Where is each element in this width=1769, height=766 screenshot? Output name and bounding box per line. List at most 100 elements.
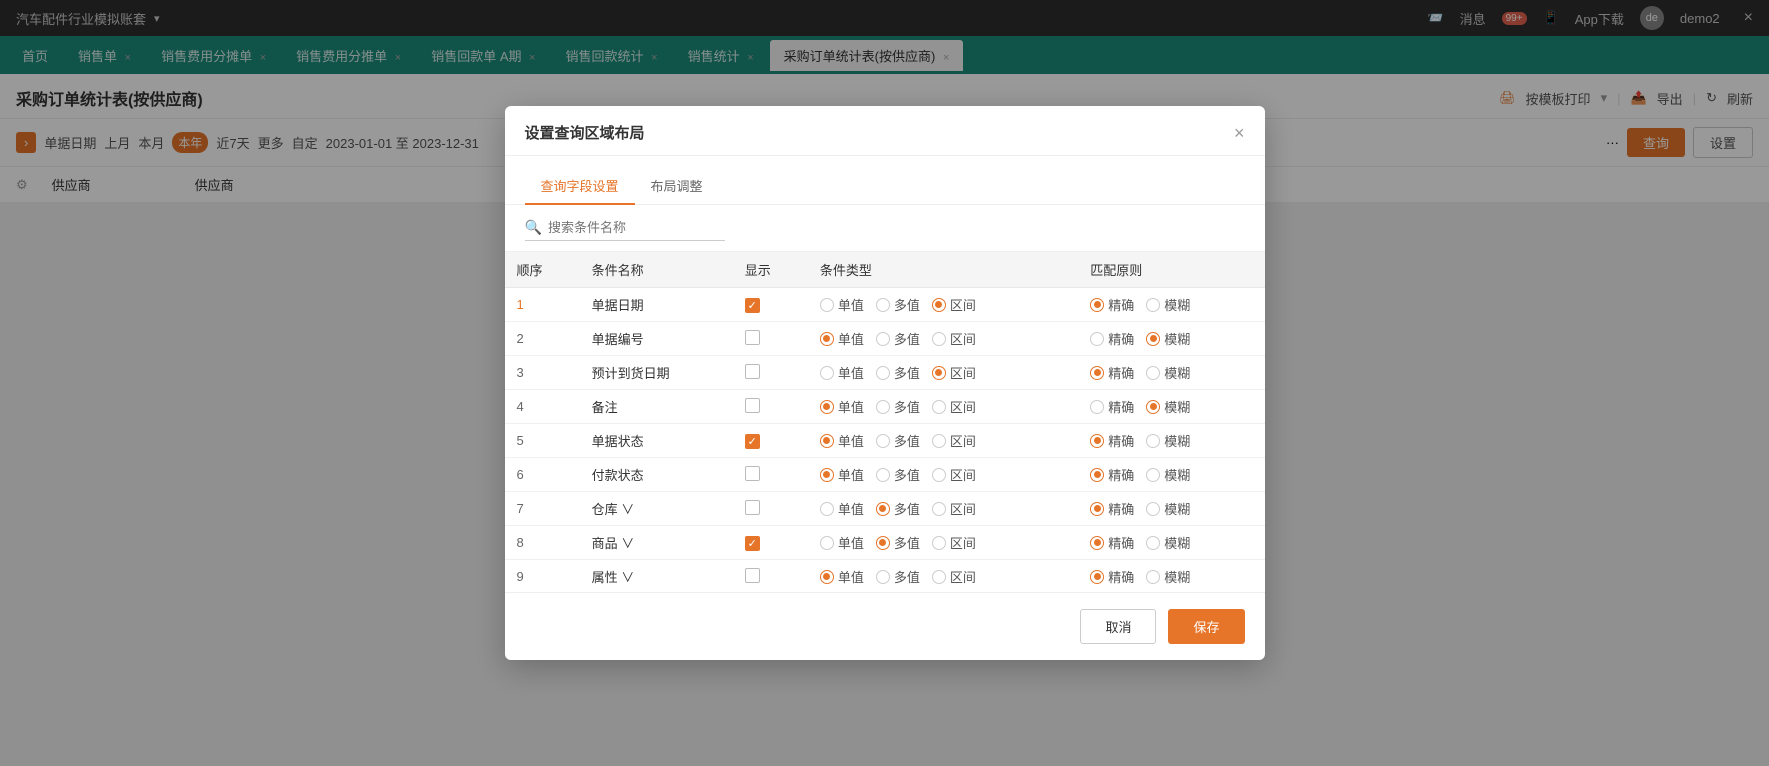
row-order: 8 xyxy=(505,526,580,560)
radio-type-type_multi[interactable]: 多值 xyxy=(876,567,920,586)
radio-type-type_multi[interactable]: 多值 xyxy=(876,533,920,552)
radio-type-type_range[interactable]: 区间 xyxy=(932,397,976,416)
display-checkbox[interactable] xyxy=(745,364,760,379)
radio-label: 精确 xyxy=(1108,295,1134,314)
row-display-cell[interactable] xyxy=(733,322,808,356)
radio-type-type_single[interactable]: 单值 xyxy=(820,567,864,586)
radio-type-type_range[interactable]: 区间 xyxy=(932,329,976,348)
radio-label: 精确 xyxy=(1108,465,1134,484)
radio-type-type_multi[interactable]: 多值 xyxy=(876,499,920,518)
radio-label: 区间 xyxy=(950,431,976,450)
radio-circle-icon xyxy=(820,400,834,414)
radio-match-match_exact[interactable]: 精确 xyxy=(1090,329,1134,348)
row-display-cell[interactable] xyxy=(733,560,808,593)
tab-layout-adjust[interactable]: 布局调整 xyxy=(635,168,719,205)
radio-match-match_fuzzy[interactable]: 模糊 xyxy=(1146,465,1190,484)
radio-type-type_multi[interactable]: 多值 xyxy=(876,363,920,382)
radio-type-type_single[interactable]: 单值 xyxy=(820,431,864,450)
row-display-cell[interactable] xyxy=(733,390,808,424)
radio-circle-icon xyxy=(876,570,890,584)
row-display-cell[interactable] xyxy=(733,492,808,526)
radio-match-match_fuzzy[interactable]: 模糊 xyxy=(1146,363,1190,382)
radio-type-type_single[interactable]: 单值 xyxy=(820,363,864,382)
radio-type-type_range[interactable]: 区间 xyxy=(932,363,976,382)
display-checkbox[interactable] xyxy=(745,298,760,313)
radio-type-type_range[interactable]: 区间 xyxy=(932,567,976,586)
row-match-cell: 精确 模糊 xyxy=(1078,288,1264,322)
radio-type-type_multi[interactable]: 多值 xyxy=(876,329,920,348)
radio-match-match_fuzzy[interactable]: 模糊 xyxy=(1146,295,1190,314)
display-checkbox[interactable] xyxy=(745,500,760,515)
row-display-cell[interactable] xyxy=(733,424,808,458)
radio-type-type_single[interactable]: 单值 xyxy=(820,329,864,348)
row-condition-name: 单据状态 xyxy=(580,424,733,458)
radio-label: 精确 xyxy=(1108,567,1134,586)
radio-label: 模糊 xyxy=(1164,295,1190,314)
radio-circle-icon xyxy=(932,400,946,414)
radio-circle-icon xyxy=(1090,468,1104,482)
display-checkbox[interactable] xyxy=(745,434,760,449)
row-type-cell: 单值多值区间 xyxy=(808,526,1078,560)
radio-match-match_fuzzy[interactable]: 模糊 xyxy=(1146,567,1190,586)
row-display-cell[interactable] xyxy=(733,458,808,492)
radio-label: 区间 xyxy=(950,363,976,382)
cancel-button[interactable]: 取消 xyxy=(1080,609,1156,644)
radio-type-type_multi[interactable]: 多值 xyxy=(876,295,920,314)
radio-type-type_single[interactable]: 单值 xyxy=(820,295,864,314)
radio-match-match_exact[interactable]: 精确 xyxy=(1090,431,1134,450)
radio-label: 精确 xyxy=(1108,499,1134,518)
radio-circle-icon xyxy=(1146,332,1160,346)
radio-circle-icon xyxy=(876,502,890,516)
radio-label: 多值 xyxy=(894,397,920,416)
table-row: 6付款状态单值多值区间精确模糊 xyxy=(505,458,1265,492)
radio-match-match_fuzzy[interactable]: 模糊 xyxy=(1146,533,1190,552)
display-checkbox[interactable] xyxy=(745,568,760,583)
radio-match-match_fuzzy[interactable]: 模糊 xyxy=(1146,431,1190,450)
radio-match-match_exact[interactable]: 精确 xyxy=(1090,567,1134,586)
row-display-cell[interactable] xyxy=(733,526,808,560)
radio-label: 多值 xyxy=(894,499,920,518)
display-checkbox[interactable] xyxy=(745,330,760,345)
radio-match-match_exact[interactable]: 精确 xyxy=(1090,295,1134,314)
radio-type-type_multi[interactable]: 多值 xyxy=(876,431,920,450)
radio-match-match_fuzzy[interactable]: 模糊 xyxy=(1146,329,1190,348)
search-input[interactable] xyxy=(548,220,708,235)
row-order: 3 xyxy=(505,356,580,390)
radio-type-type_multi[interactable]: 多值 xyxy=(876,397,920,416)
radio-circle-icon xyxy=(820,434,834,448)
row-type-cell: 单值多值区间 xyxy=(808,458,1078,492)
radio-type-type_range[interactable]: 区间 xyxy=(932,499,976,518)
table-row: 5单据状态单值多值区间精确模糊 xyxy=(505,424,1265,458)
radio-match-match_fuzzy[interactable]: 模糊 xyxy=(1146,499,1190,518)
radio-match-match_exact[interactable]: 精确 xyxy=(1090,363,1134,382)
save-button[interactable]: 保存 xyxy=(1168,609,1244,644)
radio-type-type_single[interactable]: 单值 xyxy=(820,465,864,484)
radio-circle-icon xyxy=(820,366,834,380)
radio-match-match_exact[interactable]: 精确 xyxy=(1090,533,1134,552)
display-checkbox[interactable] xyxy=(745,398,760,413)
radio-type-type_range[interactable]: 区间 xyxy=(932,533,976,552)
radio-type-type_single[interactable]: 单值 xyxy=(820,499,864,518)
radio-label: 模糊 xyxy=(1164,363,1190,382)
row-display-cell[interactable] xyxy=(733,288,808,322)
radio-label: 模糊 xyxy=(1164,397,1190,416)
radio-type-type_multi[interactable]: 多值 xyxy=(876,465,920,484)
radio-type-type_range[interactable]: 区间 xyxy=(932,295,976,314)
display-checkbox[interactable] xyxy=(745,536,760,551)
radio-match-match_exact[interactable]: 精确 xyxy=(1090,465,1134,484)
radio-match-match_fuzzy[interactable]: 模糊 xyxy=(1146,397,1190,416)
radio-match-match_exact[interactable]: 精确 xyxy=(1090,397,1134,416)
row-match-cell: 精确模糊 xyxy=(1078,560,1264,593)
display-checkbox[interactable] xyxy=(745,466,760,481)
radio-type-type_range[interactable]: 区间 xyxy=(932,465,976,484)
search-icon: 🔍 xyxy=(525,219,542,236)
row-display-cell[interactable] xyxy=(733,356,808,390)
radio-type-type_range[interactable]: 区间 xyxy=(932,431,976,450)
dialog-close-button[interactable]: × xyxy=(1234,124,1245,142)
radio-label: 精确 xyxy=(1108,329,1134,348)
radio-type-type_single[interactable]: 单值 xyxy=(820,397,864,416)
radio-match-match_exact[interactable]: 精确 xyxy=(1090,499,1134,518)
radio-circle-icon xyxy=(1090,298,1104,312)
tab-query-fields[interactable]: 查询字段设置 xyxy=(525,168,635,205)
radio-type-type_single[interactable]: 单值 xyxy=(820,533,864,552)
